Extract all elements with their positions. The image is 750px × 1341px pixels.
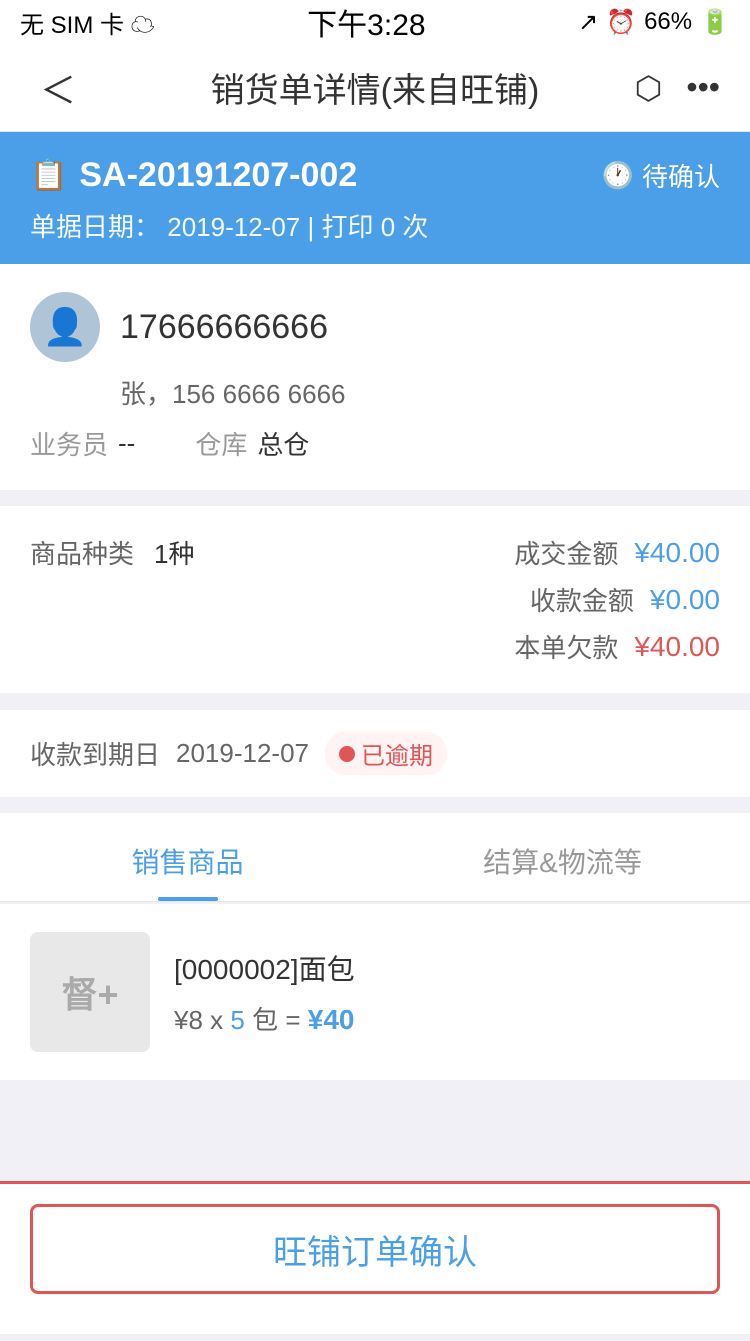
nav-bar: ＜ 销货单详情(来自旺铺) ⬡ ••• (0, 44, 750, 132)
nav-actions: ⬡ ••• (634, 69, 720, 107)
due-label: 收款到期日 (30, 735, 160, 772)
amount-row: 成交金额 ¥40.00 (514, 534, 720, 571)
order-status-badge: 🕐 待确认 (602, 157, 720, 194)
avatar: 👤 (30, 292, 100, 362)
product-price: ¥8 x 5 包 = ¥40 (174, 1000, 720, 1037)
customer-phone: 17666666666 (120, 308, 328, 347)
product-quantity: 5 (230, 1005, 244, 1035)
warehouse-meta: 仓库 总仓 (195, 425, 309, 462)
order-header-card: 📋 SA-20191207-002 🕐 待确认 单据日期： 2019-12-07… (0, 132, 750, 264)
thumb-logo: 督+ (61, 966, 118, 1018)
summary-card: 商品种类 1种 成交金额 ¥40.00 收款金额 ¥0.00 本单欠款 ¥40.… (0, 506, 750, 693)
order-id: 📋 SA-20191207-002 (30, 156, 357, 195)
product-name: [0000002]面包 (174, 948, 720, 988)
status-bar: 无 SIM 卡 ☁ 下午3:28 ↗ ⏰ 66% 🔋 (0, 0, 750, 44)
overdue-dot-icon (339, 746, 355, 762)
confirm-order-button[interactable]: 旺铺订单确认 (30, 1204, 720, 1294)
staff-value: -- (118, 428, 135, 459)
product-item: 督+ [0000002]面包 ¥8 x 5 包 = ¥40 (0, 904, 750, 1081)
category-label: 商品种类 (30, 534, 134, 571)
overdue-text: 已逾期 (361, 736, 433, 771)
back-button[interactable]: ＜ (30, 52, 86, 124)
due-date-card: 收款到期日 2019-12-07 已逾期 (0, 709, 750, 797)
customer-card: 👤 17666666666 张，156 6666 6666 业务员 -- 仓库 … (0, 264, 750, 490)
received-row: 收款金额 ¥0.00 (530, 581, 720, 618)
product-total: ¥40 (308, 1004, 355, 1035)
status-text: 待确认 (642, 157, 720, 194)
summary-right: 成交金额 ¥40.00 收款金额 ¥0.00 本单欠款 ¥40.00 (514, 534, 720, 665)
owed-label: 本单欠款 (514, 628, 618, 665)
product-list: 督+ [0000002]面包 ¥8 x 5 包 = ¥40 (0, 904, 750, 1081)
tab-sales-products[interactable]: 销售商品 (0, 813, 375, 901)
more-icon[interactable]: ••• (686, 69, 720, 106)
tab-settlement[interactable]: 结算&物流等 (375, 813, 750, 901)
amount-value: ¥40.00 (634, 537, 720, 569)
warehouse-label: 仓库 (195, 425, 247, 462)
page-title: 销货单详情(来自旺铺) (211, 63, 540, 112)
status-right: ↗ ⏰ 66% 🔋 (578, 8, 730, 37)
summary-left: 商品种类 1种 (30, 534, 514, 571)
customer-name: 张，156 6666 6666 (120, 374, 720, 411)
amount-label: 成交金额 (514, 534, 618, 571)
clock-icon: 🕐 (602, 160, 634, 191)
tabs: 销售商品 结算&物流等 (0, 813, 750, 902)
product-thumbnail: 督+ (30, 932, 150, 1052)
sim-label: 无 SIM 卡 ☁ (20, 5, 155, 40)
owed-value: ¥40.00 (634, 631, 720, 663)
overdue-badge: 已逾期 (325, 732, 447, 775)
staff-label: 业务员 (30, 425, 108, 462)
battery-icon: 🔋 (700, 8, 730, 37)
received-value: ¥0.00 (650, 584, 720, 616)
battery-label: 66% (644, 8, 692, 36)
warehouse-value: 总仓 (257, 425, 309, 462)
location-icon: ↗ (578, 8, 598, 37)
staff-meta: 业务员 -- (30, 425, 135, 462)
alarm-icon: ⏰ (606, 8, 636, 37)
product-info: [0000002]面包 ¥8 x 5 包 = ¥40 (174, 948, 720, 1037)
order-date: 单据日期： 2019-12-07 | 打印 0 次 (30, 207, 720, 244)
owed-row: 本单欠款 ¥40.00 (514, 628, 720, 665)
status-time: 下午3:28 (307, 0, 425, 44)
category-value: 1种 (154, 534, 194, 571)
status-left: 无 SIM 卡 ☁ (20, 5, 155, 40)
share-icon[interactable]: ⬡ (634, 69, 662, 107)
received-label: 收款金额 (530, 581, 634, 618)
bottom-bar: 旺铺订单确认 (0, 1181, 750, 1334)
due-date-value: 2019-12-07 (176, 738, 309, 769)
avatar-icon: 👤 (43, 306, 88, 348)
customer-meta: 业务员 -- 仓库 总仓 (30, 425, 720, 462)
order-icon: 📋 (30, 158, 67, 193)
